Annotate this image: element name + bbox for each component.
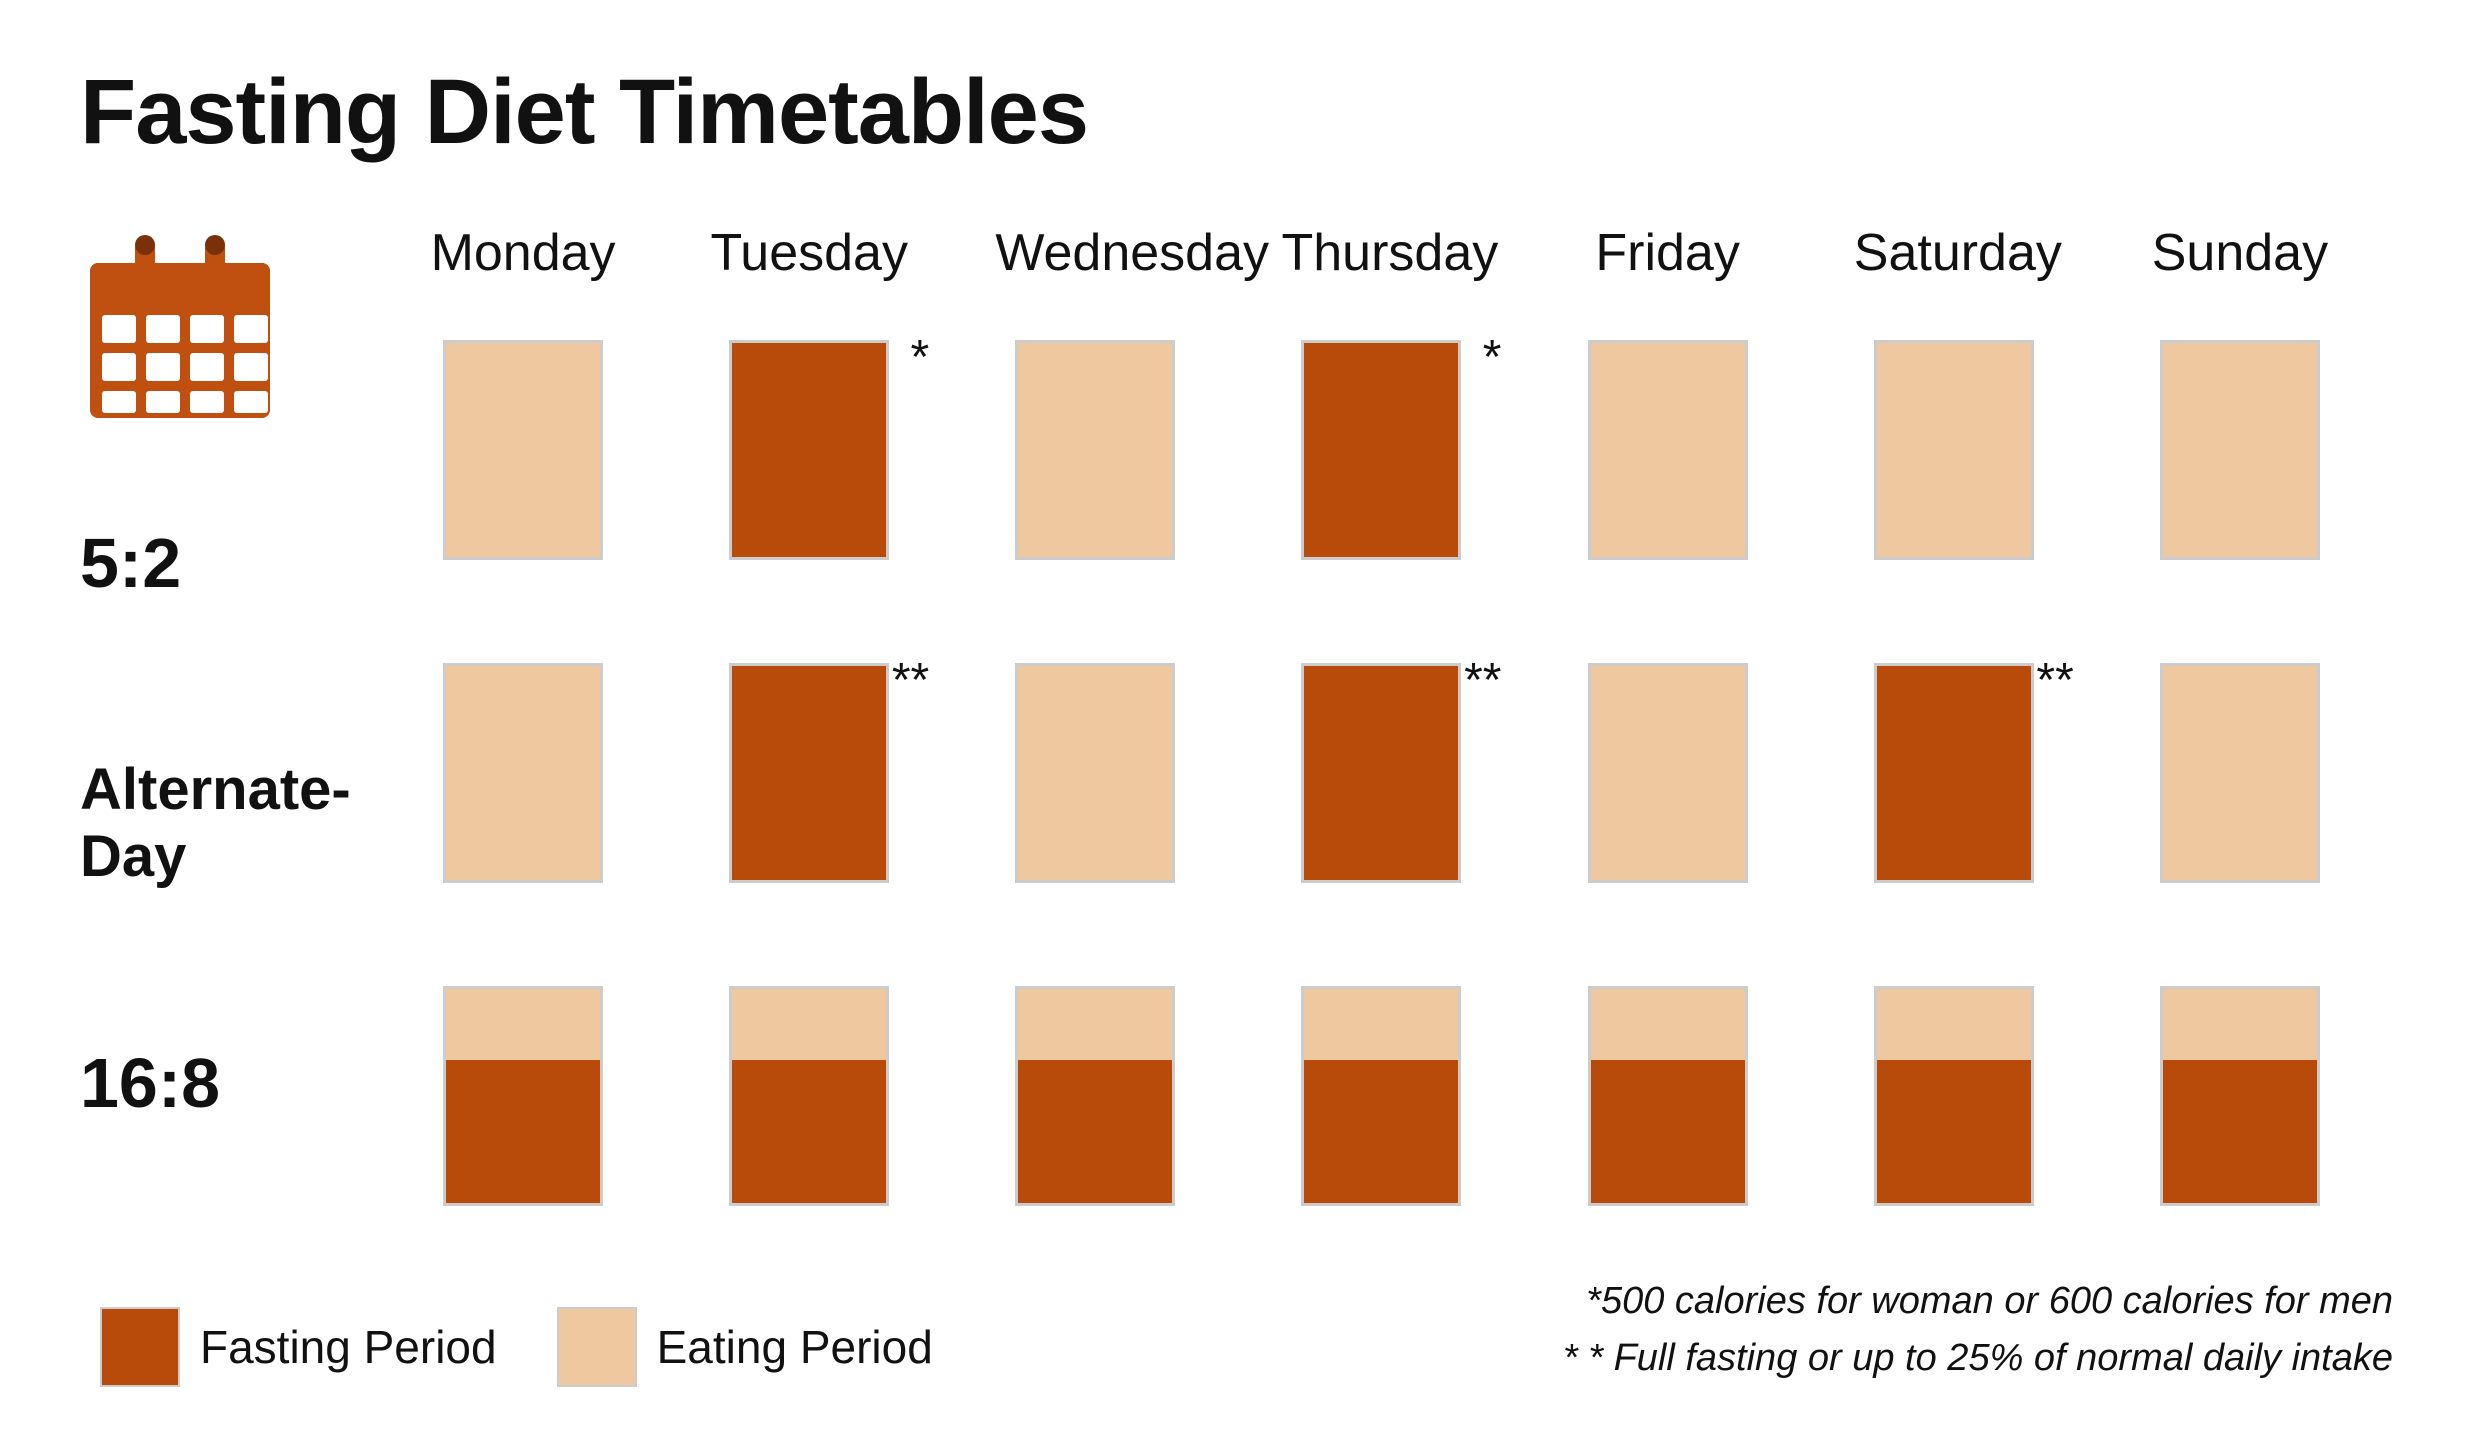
asterisk-alt-thu: ** xyxy=(1464,653,1501,708)
bar-alt-tue-inner xyxy=(729,663,889,883)
bar-52-mon-inner xyxy=(443,340,603,560)
bar-52-tue: * xyxy=(729,340,889,560)
asterisk-52-tue: * xyxy=(911,330,930,385)
calendar-icon xyxy=(80,223,280,423)
asterisk-52-thu: * xyxy=(1483,330,1502,385)
footnotes: *500 calories for woman or 600 calories … xyxy=(1563,1273,2393,1387)
bar-52-fri-inner xyxy=(1588,340,1748,560)
bar-alt-thu: ** xyxy=(1301,663,1461,883)
bar-168-thu-inner xyxy=(1301,986,1461,1206)
legend-eating-box xyxy=(557,1307,637,1387)
row-labels: 5:2 Alternate-Day 16:8 xyxy=(80,433,360,1243)
bar-168-sun-inner xyxy=(2160,986,2320,1206)
bar-alt-mon xyxy=(443,663,603,883)
footnote-2: * * Full fasting or up to 25% of normal … xyxy=(1563,1330,2393,1387)
bar-168-tue xyxy=(729,986,889,1206)
legend-and-notes: Fasting Period Eating Period *500 calori… xyxy=(80,1273,2403,1387)
bar-52-thu: * xyxy=(1301,340,1461,560)
day-friday: Friday xyxy=(1568,223,1768,283)
bar-168-mon xyxy=(443,986,603,1206)
bar-168-wed-inner xyxy=(1015,986,1175,1206)
bar-168-wed xyxy=(1015,986,1175,1206)
day-tuesday: Tuesday xyxy=(709,223,909,283)
legend-fasting: Fasting Period xyxy=(100,1307,497,1387)
page: Fasting Diet Timetables xyxy=(0,0,2483,1433)
legend-fasting-label: Fasting Period xyxy=(200,1320,497,1374)
row-label-altday: Alternate-Day xyxy=(80,693,360,953)
bar-52-mon xyxy=(443,340,603,560)
bar-168-sun xyxy=(2160,986,2320,1206)
legend-eating: Eating Period xyxy=(557,1307,933,1387)
legend: Fasting Period Eating Period xyxy=(90,1307,933,1387)
bar-52-tue-inner xyxy=(729,340,889,560)
legend-eating-label: Eating Period xyxy=(657,1320,933,1374)
diet-row-altday: ** ** xyxy=(360,653,2403,893)
bar-alt-mon-inner xyxy=(443,663,603,883)
asterisk-alt-tue: ** xyxy=(892,653,929,708)
bar-168-sat xyxy=(1874,986,2034,1206)
row-label-52: 5:2 xyxy=(80,433,360,693)
legend-fasting-box xyxy=(100,1307,180,1387)
day-sunday: Sunday xyxy=(2140,223,2340,283)
bar-52-sat-inner xyxy=(1874,340,2034,560)
bar-alt-fri-inner xyxy=(1588,663,1748,883)
bar-168-thu xyxy=(1301,986,1461,1206)
asterisk-alt-sat: ** xyxy=(2036,653,2073,708)
footnote-1: *500 calories for woman or 600 calories … xyxy=(1563,1273,2393,1330)
diet-row-52: * * xyxy=(360,330,2403,570)
bar-alt-fri xyxy=(1588,663,1748,883)
bar-52-wed xyxy=(1015,340,1175,560)
bar-52-wed-inner xyxy=(1015,340,1175,560)
grid-area: Monday Tuesday Wednesday Thursday Friday… xyxy=(360,223,2403,1243)
bar-alt-sat-inner xyxy=(1874,663,2034,883)
bar-alt-thu-inner xyxy=(1301,663,1461,883)
bar-52-fri xyxy=(1588,340,1748,560)
row-label-168: 16:8 xyxy=(80,953,360,1213)
bar-alt-sat: ** xyxy=(1874,663,2034,883)
page-title: Fasting Diet Timetables xyxy=(80,60,2403,165)
day-thursday: Thursday xyxy=(1281,223,1481,283)
bar-168-mon-inner xyxy=(443,986,603,1206)
day-saturday: Saturday xyxy=(1854,223,2054,283)
bar-52-thu-inner xyxy=(1301,340,1461,560)
bar-alt-wed xyxy=(1015,663,1175,883)
bar-alt-sun-inner xyxy=(2160,663,2320,883)
day-monday: Monday xyxy=(423,223,623,283)
bar-52-sun xyxy=(2160,340,2320,560)
bar-168-fri xyxy=(1588,986,1748,1206)
day-wednesday: Wednesday xyxy=(995,223,1195,283)
left-labels: 5:2 Alternate-Day 16:8 xyxy=(80,223,360,1243)
bar-52-sun-inner xyxy=(2160,340,2320,560)
bar-52-sat xyxy=(1874,340,2034,560)
bar-168-fri-inner xyxy=(1588,986,1748,1206)
bar-alt-wed-inner xyxy=(1015,663,1175,883)
diet-row-168 xyxy=(360,976,2403,1216)
main-content: 5:2 Alternate-Day 16:8 Monday Tuesday We… xyxy=(80,223,2403,1243)
bar-168-tue-inner xyxy=(729,986,889,1206)
rows-container: * * xyxy=(360,303,2403,1243)
bar-alt-tue: ** xyxy=(729,663,889,883)
day-headers: Monday Tuesday Wednesday Thursday Friday… xyxy=(360,223,2403,283)
bar-168-sat-inner xyxy=(1874,986,2034,1206)
bar-alt-sun xyxy=(2160,663,2320,883)
